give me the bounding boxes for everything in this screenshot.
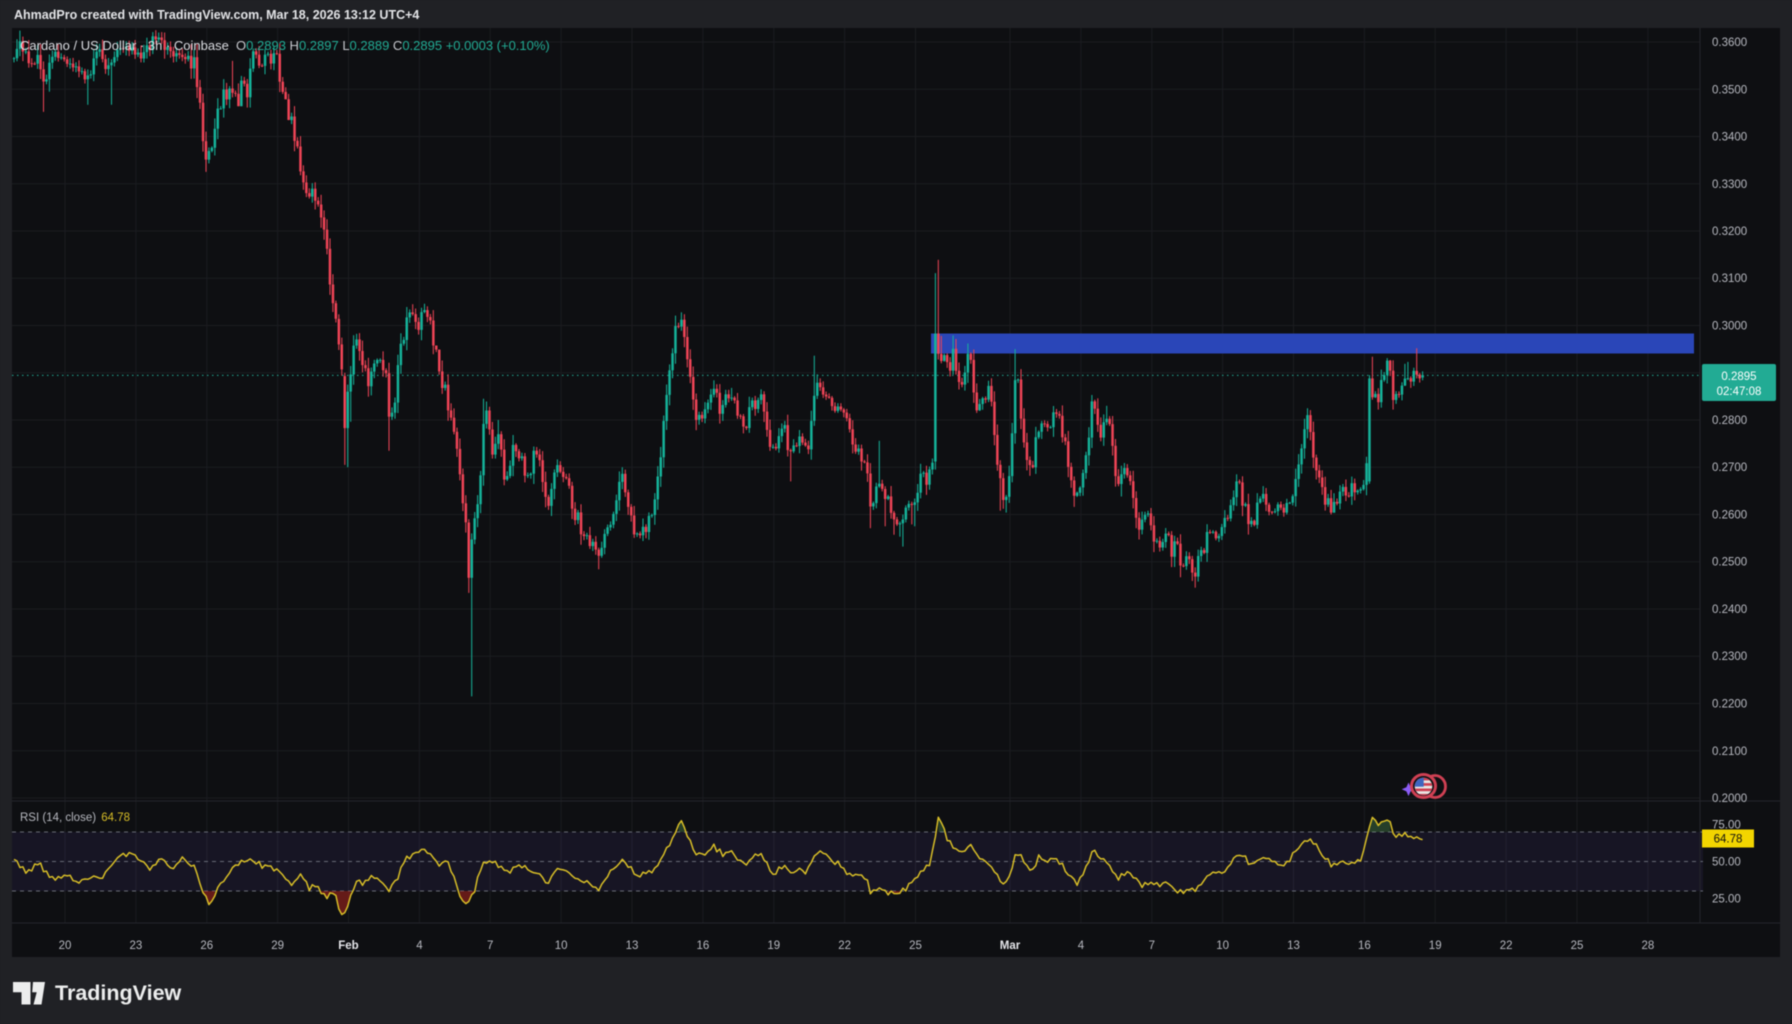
svg-text:0.3200: 0.3200 bbox=[1712, 226, 1747, 238]
svg-text:25.00: 25.00 bbox=[1712, 893, 1741, 905]
svg-text:0.2000: 0.2000 bbox=[1712, 793, 1747, 805]
svg-text:26: 26 bbox=[200, 940, 213, 952]
svg-text:19: 19 bbox=[767, 940, 780, 952]
svg-text:0.3000: 0.3000 bbox=[1712, 321, 1747, 333]
svg-text:4: 4 bbox=[416, 940, 423, 952]
svg-text:Mar: Mar bbox=[1000, 940, 1021, 952]
svg-text:28: 28 bbox=[1642, 940, 1655, 952]
svg-text:0.3400: 0.3400 bbox=[1712, 132, 1747, 144]
svg-text:AhmadPro created with TradingV: AhmadPro created with TradingView.com, M… bbox=[14, 8, 419, 22]
svg-text:13: 13 bbox=[626, 940, 639, 952]
svg-text:TradingView: TradingView bbox=[55, 981, 182, 1005]
svg-text:02:47:08: 02:47:08 bbox=[1717, 386, 1762, 398]
svg-text:10: 10 bbox=[1216, 940, 1229, 952]
svg-text:0.2400: 0.2400 bbox=[1712, 604, 1747, 616]
svg-text:22: 22 bbox=[1500, 940, 1513, 952]
svg-text:0.2100: 0.2100 bbox=[1712, 746, 1747, 758]
svg-text:Cardano / US Dollar · 3h · Coi: Cardano / US Dollar · 3h · Coinbase O0.2… bbox=[20, 38, 550, 53]
svg-text:0.3100: 0.3100 bbox=[1712, 273, 1747, 285]
svg-text:22: 22 bbox=[838, 940, 851, 952]
svg-text:0.2600: 0.2600 bbox=[1712, 510, 1747, 522]
svg-text:0.2895: 0.2895 bbox=[1721, 371, 1756, 383]
svg-text:0.2300: 0.2300 bbox=[1712, 651, 1747, 663]
svg-text:25: 25 bbox=[909, 940, 922, 952]
svg-text:0.3600: 0.3600 bbox=[1712, 37, 1747, 49]
svg-text:23: 23 bbox=[130, 940, 143, 952]
svg-text:16: 16 bbox=[697, 940, 710, 952]
svg-text:20: 20 bbox=[59, 940, 72, 952]
svg-text:0.2800: 0.2800 bbox=[1712, 415, 1747, 427]
svg-text:0.3500: 0.3500 bbox=[1712, 84, 1747, 96]
svg-text:16: 16 bbox=[1358, 940, 1371, 952]
svg-text:10: 10 bbox=[555, 940, 568, 952]
svg-text:64.78: 64.78 bbox=[1714, 834, 1743, 846]
svg-text:RSI (14, close) 64.78: RSI (14, close) 64.78 bbox=[20, 812, 130, 824]
svg-text:19: 19 bbox=[1429, 940, 1442, 952]
svg-text:50.00: 50.00 bbox=[1712, 857, 1741, 869]
svg-text:7: 7 bbox=[1149, 940, 1155, 952]
svg-text:0.3300: 0.3300 bbox=[1712, 179, 1747, 191]
svg-text:0.2700: 0.2700 bbox=[1712, 462, 1747, 474]
svg-text:0.2500: 0.2500 bbox=[1712, 557, 1747, 569]
svg-text:29: 29 bbox=[271, 940, 284, 952]
svg-text:13: 13 bbox=[1287, 940, 1300, 952]
svg-text:4: 4 bbox=[1078, 940, 1085, 952]
svg-text:Feb: Feb bbox=[338, 940, 358, 952]
svg-text:25: 25 bbox=[1571, 940, 1584, 952]
svg-text:7: 7 bbox=[487, 940, 493, 952]
svg-text:0.2200: 0.2200 bbox=[1712, 699, 1747, 711]
